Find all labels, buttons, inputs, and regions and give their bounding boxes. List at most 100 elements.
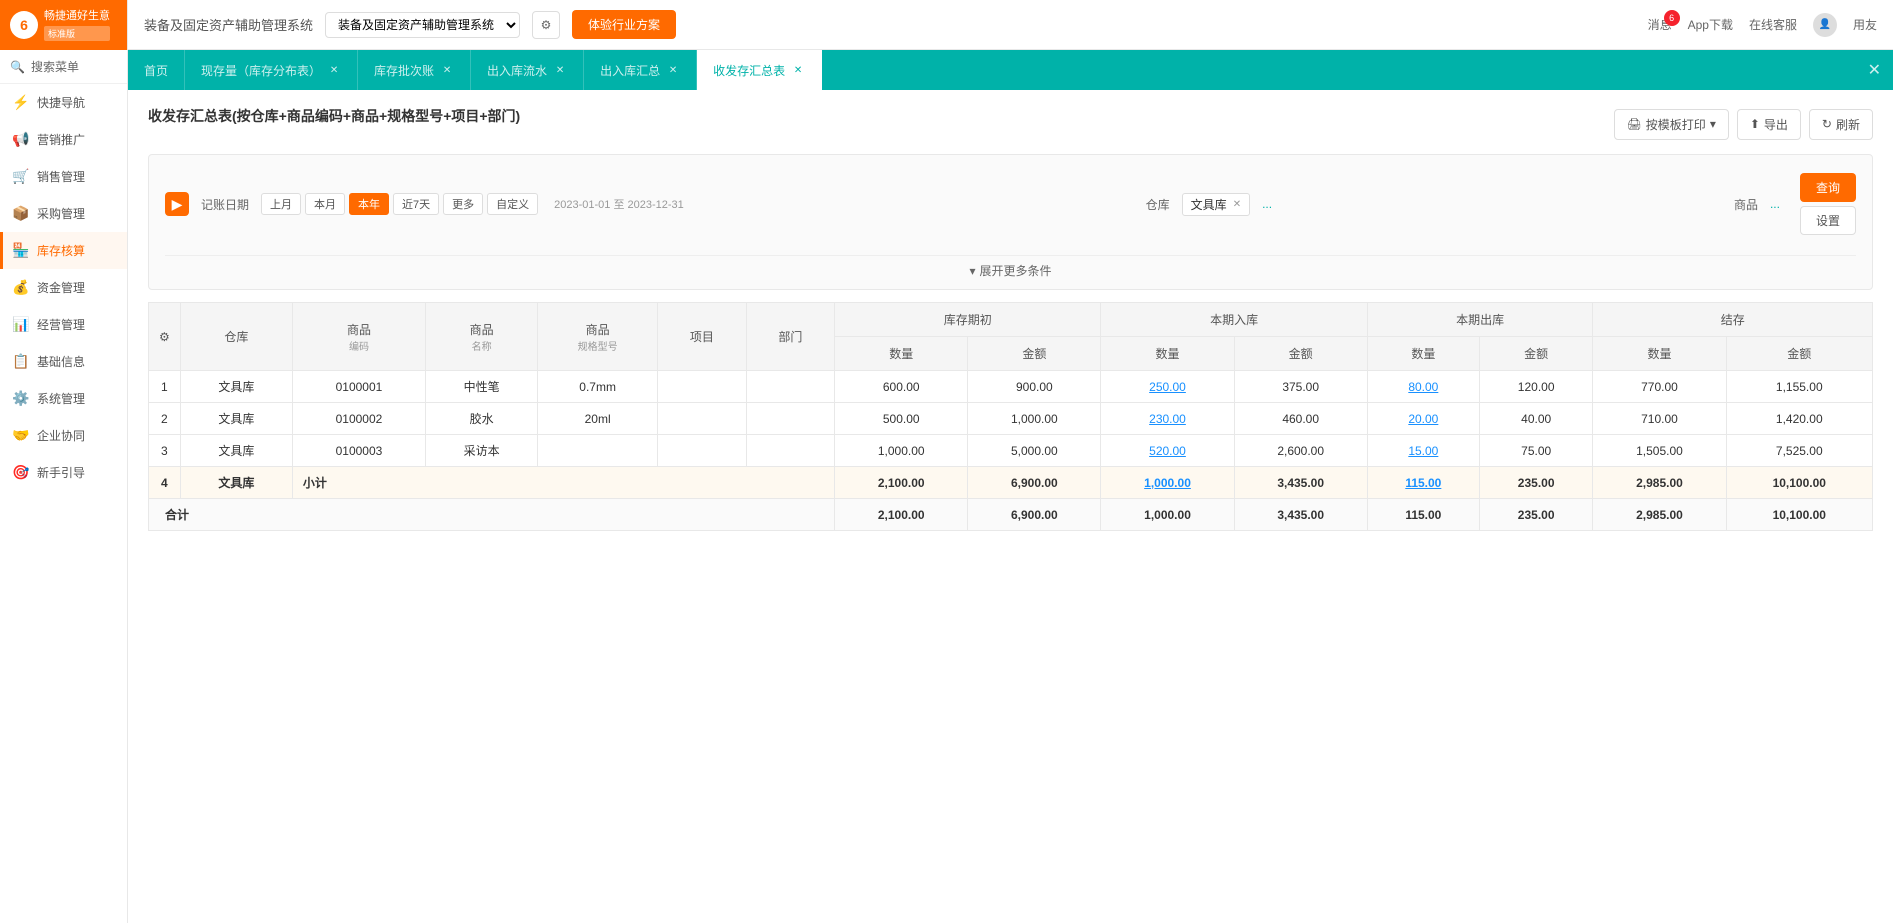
th-settings[interactable]: ⚙ xyxy=(149,303,181,371)
sidebar-icon-inventory: 🏪 xyxy=(13,243,29,259)
sidebar-icon-guide: 🎯 xyxy=(13,465,29,481)
date-btn-1[interactable]: 本月 xyxy=(305,193,345,215)
sidebar-icon-operation: 📊 xyxy=(13,317,29,333)
th-in-group: 本期入库 xyxy=(1101,303,1367,337)
tab-close-flow[interactable]: ✕ xyxy=(553,63,567,77)
export-btn[interactable]: ⬆ 导出 xyxy=(1737,109,1801,140)
date-btn-0[interactable]: 上月 xyxy=(261,193,301,215)
sidebar-item-basic[interactable]: 📋基础信息 xyxy=(0,343,127,380)
total-opening-amt: 6,900.00 xyxy=(968,499,1101,531)
warehouse-more-btn[interactable]: ... xyxy=(1262,197,1272,211)
tab-flow[interactable]: 出入库流水✕ xyxy=(471,50,584,90)
sidebar-item-purchase[interactable]: 📦 采购管理 xyxy=(0,195,127,232)
system-selector[interactable]: 装备及固定资产辅助管理系统 xyxy=(325,12,520,38)
goods-more-btn[interactable]: ... xyxy=(1770,197,1780,211)
tab-home[interactable]: 首页 xyxy=(128,50,185,90)
th-goods-spec: 商品规格型号 xyxy=(538,303,658,371)
tab-bar: 首页现存量（库存分布表）✕库存批次账✕出入库流水✕出入库汇总✕收发存汇总表✕✕ xyxy=(128,50,1893,90)
online-service-link[interactable]: 在线客服 xyxy=(1749,16,1797,33)
date-label: 记账日期 xyxy=(201,196,249,213)
tab-summary[interactable]: 出入库汇总 ✕ xyxy=(584,50,697,90)
tab-close-batch[interactable]: ✕ xyxy=(440,63,454,77)
refresh-btn[interactable]: ↻ 刷新 xyxy=(1809,109,1873,140)
warehouse-label: 仓库 xyxy=(1146,196,1170,213)
th-goods-name: 商品名称 xyxy=(426,303,538,371)
date-btn-2[interactable]: 本年 xyxy=(349,193,389,215)
tab-close-receive-summary[interactable]: ✕ xyxy=(791,63,805,77)
data-table: ⚙ 仓库 商品编码 商品名称 商品规格型号 项目 部门 库存期初 本期入库 本期… xyxy=(148,302,1873,531)
app-badge: 标准版 xyxy=(44,26,110,41)
setting-btn[interactable]: 设置 xyxy=(1800,206,1856,235)
th-department: 部门 xyxy=(746,303,835,371)
filter-toggle-btn[interactable]: ▶ xyxy=(165,192,189,216)
logo-number: 6 xyxy=(20,17,28,33)
date-btn-5[interactable]: 自定义 xyxy=(487,193,538,215)
sidebar-label-operation: 经营管理 xyxy=(37,316,85,333)
page-content: 收发存汇总表(按仓库+商品编码+商品+规格型号+项目+部门) 🖨 按模板打印 ▾… xyxy=(128,90,1893,923)
table-row: 2 文具库 0100002 胶水 20ml 500.00 1,000.00 23… xyxy=(149,403,1873,435)
sidebar-item-sales[interactable]: 🛒销售管理 xyxy=(0,158,127,195)
sidebar-label-quick: 快捷导航 xyxy=(37,94,85,111)
sidebar-item-enterprise[interactable]: 🤝企业协同 xyxy=(0,417,127,454)
tab-close-summary[interactable]: ✕ xyxy=(666,63,680,77)
tab-label-inventory-dist: 现存量（库存分布表） xyxy=(201,62,321,79)
warehouse-tag-remove[interactable]: ✕ xyxy=(1233,199,1241,210)
tab-receive-summary[interactable]: 收发存汇总表✕ xyxy=(697,50,822,90)
sidebar-item-guide[interactable]: 🎯新手引导 xyxy=(0,454,127,491)
th-out-amt: 金额 xyxy=(1479,337,1592,371)
sidebar-label-marketing: 营销推广 xyxy=(37,131,85,148)
total-opening-qty: 2,100.00 xyxy=(835,499,968,531)
sidebar-item-inventory[interactable]: 🏪库存核算 xyxy=(0,232,127,269)
query-btn[interactable]: 查询 xyxy=(1800,173,1856,202)
sidebar-item-quick[interactable]: ⚡快捷导航 xyxy=(0,84,127,121)
sidebar-item-operation[interactable]: 📊 经营管理 xyxy=(0,306,127,343)
sidebar-item-system[interactable]: ⚙️系统管理 xyxy=(0,380,127,417)
sidebar-item-marketing[interactable]: 📢营销推广 xyxy=(0,121,127,158)
sidebar-item-finance[interactable]: 💰资金管理 xyxy=(0,269,127,306)
trial-button[interactable]: 体验行业方案 xyxy=(572,10,676,39)
tab-close-inventory-dist[interactable]: ✕ xyxy=(327,63,341,77)
search-menu[interactable]: 🔍 搜索菜单 xyxy=(0,50,127,84)
tab-label-home: 首页 xyxy=(144,62,168,79)
print-btn[interactable]: 🖨 按模板打印 ▾ xyxy=(1614,109,1729,140)
th-opening-qty: 数量 xyxy=(835,337,968,371)
settings-icon-btn[interactable]: ⚙ xyxy=(532,11,560,39)
total-in-qty: 1,000.00 xyxy=(1101,499,1234,531)
user-name[interactable]: 用友 xyxy=(1853,16,1877,33)
goods-label: 商品 xyxy=(1734,196,1758,213)
warehouse-tag-value: 文具库 xyxy=(1191,196,1227,213)
message-icon[interactable]: 消息 6 xyxy=(1648,16,1672,33)
tab-label-summary: 出入库汇总 xyxy=(600,62,660,79)
tab-batch[interactable]: 库存批次账✕ xyxy=(358,50,471,90)
expand-icon: ▾ xyxy=(969,264,975,278)
total-in-amt: 3,435.00 xyxy=(1234,499,1367,531)
th-closing-qty: 数量 xyxy=(1593,337,1726,371)
th-opening-amt: 金额 xyxy=(968,337,1101,371)
app-download-link[interactable]: App下载 xyxy=(1688,16,1733,33)
main-content: 装备及固定资产辅助管理系统 装备及固定资产辅助管理系统 ⚙ 体验行业方案 消息 … xyxy=(128,0,1893,923)
table-row: 1 文具库 0100001 中性笔 0.7mm 600.00 900.00 25… xyxy=(149,371,1873,403)
sidebar-label-enterprise: 企业协同 xyxy=(37,427,85,444)
subtotal-row: 4 文具库 小计 2,100.00 6,900.00 1,000.00 3,43… xyxy=(149,467,1873,499)
table-row: 3 文具库 0100003 采访本 1,000.00 5,000.00 520.… xyxy=(149,435,1873,467)
chevron-down-icon: ▾ xyxy=(1710,117,1716,131)
th-goods-code: 商品编码 xyxy=(292,303,425,371)
total-closing-amt: 10,100.00 xyxy=(1726,499,1872,531)
th-out-group: 本期出库 xyxy=(1367,303,1593,337)
sidebar-icon-sales: 🛒 xyxy=(13,169,29,185)
refresh-icon: ↻ xyxy=(1822,117,1832,131)
expand-btn[interactable]: ▾ 展开更多条件 xyxy=(969,262,1051,279)
sidebar-label-purchase: 采购管理 xyxy=(37,205,85,222)
tab-inventory-dist[interactable]: 现存量（库存分布表） ✕ xyxy=(185,50,358,90)
header-left: 装备及固定资产辅助管理系统 装备及固定资产辅助管理系统 ⚙ 体验行业方案 xyxy=(144,10,676,39)
sidebar-icon-basic: 📋 xyxy=(13,354,29,370)
logo-icon: 6 xyxy=(10,11,38,39)
sidebar-icon-purchase: 📦 xyxy=(13,206,29,222)
search-icon: 🔍 xyxy=(10,60,25,74)
date-btn-4[interactable]: 更多 xyxy=(443,193,483,215)
date-range: 2023-01-01 至 2023-12-31 xyxy=(554,196,684,212)
total-out-amt: 235.00 xyxy=(1479,499,1592,531)
close-all-tabs[interactable]: ✕ xyxy=(1856,60,1893,80)
app-logo: 6 畅捷通好生意 标准版 xyxy=(0,0,127,50)
date-btn-3[interactable]: 近7天 xyxy=(393,193,439,215)
